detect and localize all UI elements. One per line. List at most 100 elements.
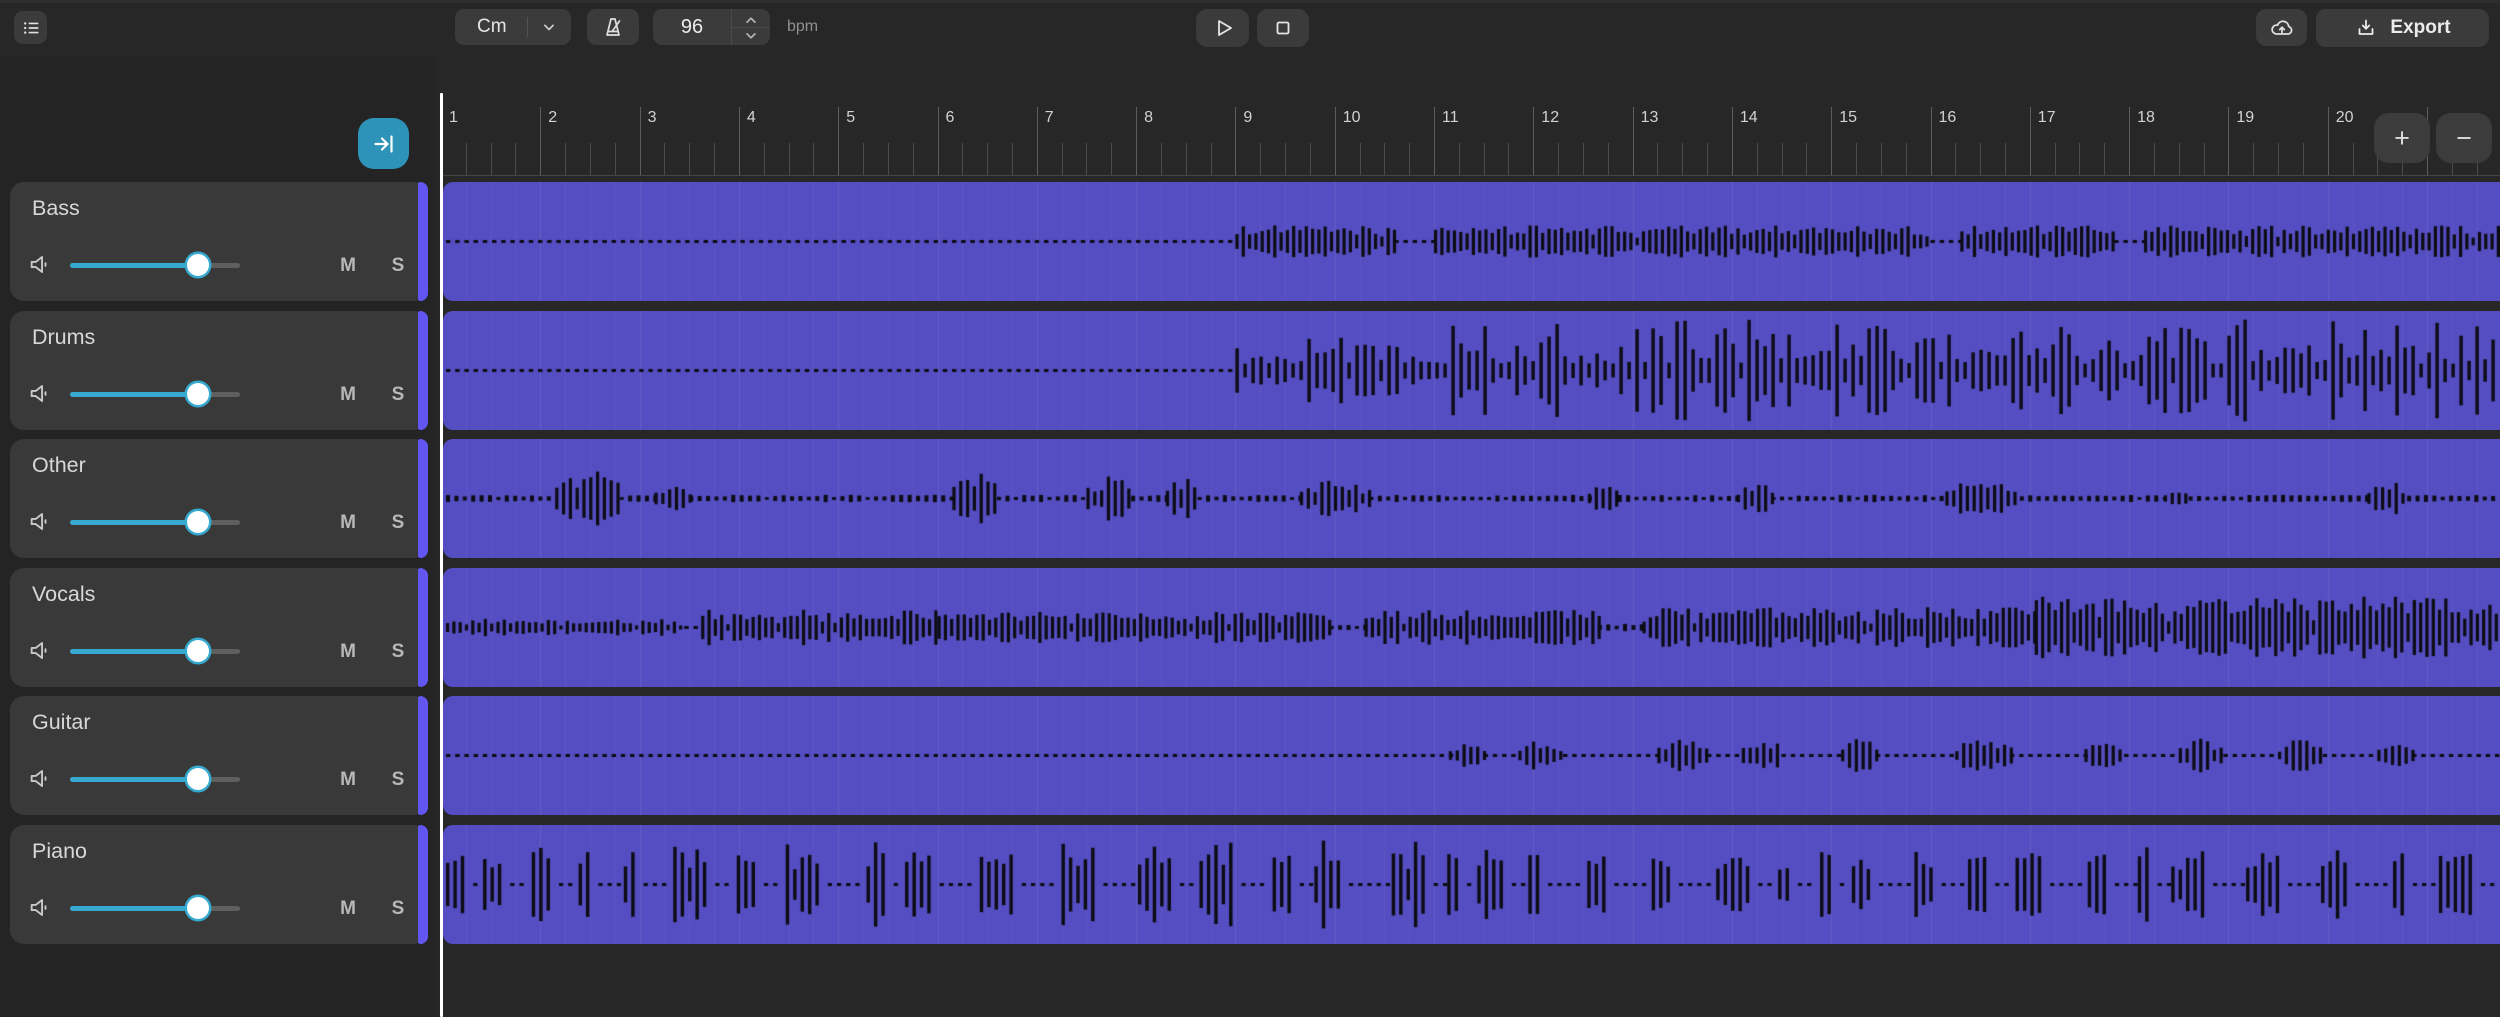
track-clip-vocals[interactable]	[443, 568, 2500, 687]
volume-slider[interactable]	[70, 638, 242, 664]
bar-number: 3	[648, 109, 657, 127]
chevron-down-icon[interactable]	[743, 30, 759, 43]
solo-button[interactable]: S	[380, 634, 416, 670]
volume-knob[interactable]	[187, 511, 209, 533]
beat-tick	[1558, 143, 1559, 176]
track-title: Vocals	[32, 582, 95, 607]
beat-tick	[913, 143, 914, 176]
solo-button[interactable]: S	[380, 248, 416, 284]
export-label: Export	[2390, 17, 2450, 39]
speaker-icon	[28, 638, 53, 663]
beat-tick	[1211, 143, 1212, 176]
track-clip-other[interactable]	[443, 439, 2500, 558]
mute-button[interactable]: M	[330, 505, 366, 541]
chevron-up-icon[interactable]	[743, 13, 759, 26]
beat-tick	[2204, 143, 2205, 176]
bpm-stepper[interactable]	[732, 9, 770, 45]
mute-button[interactable]: M	[330, 377, 366, 413]
solo-button[interactable]: S	[380, 505, 416, 541]
bpm-value[interactable]: 96	[653, 9, 731, 45]
volume-slider[interactable]	[70, 509, 242, 535]
slider-fill	[70, 263, 198, 268]
bar-number: 20	[2336, 109, 2354, 127]
collapse-panel-button[interactable]	[358, 118, 409, 169]
playhead[interactable]	[440, 93, 443, 1017]
beat-tick	[515, 143, 516, 176]
beat-tick	[863, 143, 864, 176]
beat-tick	[1782, 143, 1783, 176]
bar-tick	[1434, 107, 1435, 176]
bar-tick	[1633, 107, 1634, 176]
bar-tick	[1732, 107, 1733, 176]
beat-tick	[1310, 143, 1311, 176]
volume-knob[interactable]	[187, 254, 209, 276]
volume-slider[interactable]	[70, 381, 242, 407]
bar-number: 15	[1839, 109, 1857, 127]
volume-knob[interactable]	[187, 383, 209, 405]
beat-tick	[2005, 143, 2006, 176]
solo-button[interactable]: S	[380, 891, 416, 927]
bar-number: 13	[1641, 109, 1659, 127]
play-button[interactable]	[1196, 9, 1249, 47]
bar-tick	[1533, 107, 1534, 176]
cloud-upload-button[interactable]	[2256, 9, 2307, 46]
volume-knob[interactable]	[187, 897, 209, 919]
metronome-button[interactable]	[587, 9, 639, 45]
track-clip-piano[interactable]	[443, 825, 2500, 944]
beat-tick	[1955, 143, 1956, 176]
track-title: Bass	[32, 196, 80, 221]
volume-knob[interactable]	[187, 768, 209, 790]
download-tray-icon	[2354, 16, 2378, 40]
bar-number: 2	[548, 109, 557, 127]
beat-tick	[1384, 143, 1385, 176]
volume-slider[interactable]	[70, 895, 242, 921]
track-card-drums: DrumsMS	[10, 311, 428, 430]
mute-button[interactable]: M	[330, 762, 366, 798]
bar-number: 18	[2137, 109, 2155, 127]
beat-tick	[987, 143, 988, 176]
mute-button[interactable]: M	[330, 891, 366, 927]
beat-tick	[1906, 143, 1907, 176]
stop-button[interactable]	[1257, 9, 1309, 47]
speaker-icon	[28, 252, 53, 277]
beat-tick	[1757, 143, 1758, 176]
bar-number: 19	[2236, 109, 2254, 127]
mute-button[interactable]: M	[330, 634, 366, 670]
slider-fill	[70, 649, 198, 654]
solo-button[interactable]: S	[380, 762, 416, 798]
beat-tick	[466, 143, 467, 176]
mute-button[interactable]: M	[330, 248, 366, 284]
beat-tick	[1682, 143, 1683, 176]
bar-tick	[2129, 107, 2130, 176]
track-color-stripe	[418, 439, 428, 558]
solo-button[interactable]: S	[380, 377, 416, 413]
beat-tick	[1459, 143, 1460, 176]
track-list-menu-button[interactable]	[14, 11, 47, 44]
zoom-out-button[interactable]: −	[2436, 113, 2492, 163]
list-icon	[21, 18, 41, 38]
waveform-canvas	[443, 696, 2500, 815]
track-clip-guitar[interactable]	[443, 696, 2500, 815]
bpm-input[interactable]: 96	[653, 9, 770, 45]
beat-tick	[1409, 143, 1410, 176]
volume-knob[interactable]	[187, 640, 209, 662]
slider-fill	[70, 906, 198, 911]
bar-tick	[2328, 107, 2329, 176]
chevron-down-icon	[539, 17, 559, 37]
bar-tick	[1335, 107, 1336, 176]
speaker-icon	[28, 509, 53, 534]
bar-number: 1	[449, 109, 458, 127]
export-button[interactable]: Export	[2316, 9, 2489, 47]
waveform-canvas	[443, 568, 2500, 687]
volume-slider[interactable]	[70, 252, 242, 278]
key-selector-dropdown[interactable]: Cm	[455, 9, 571, 45]
speaker-icon	[28, 381, 53, 406]
bar-number: 9	[1243, 109, 1252, 127]
zoom-in-button[interactable]: +	[2374, 113, 2430, 163]
volume-slider[interactable]	[70, 766, 242, 792]
track-clip-bass[interactable]	[443, 182, 2500, 301]
track-clip-drums[interactable]	[443, 311, 2500, 430]
slider-fill	[70, 520, 198, 525]
track-color-stripe	[418, 696, 428, 815]
beat-tick	[590, 143, 591, 176]
